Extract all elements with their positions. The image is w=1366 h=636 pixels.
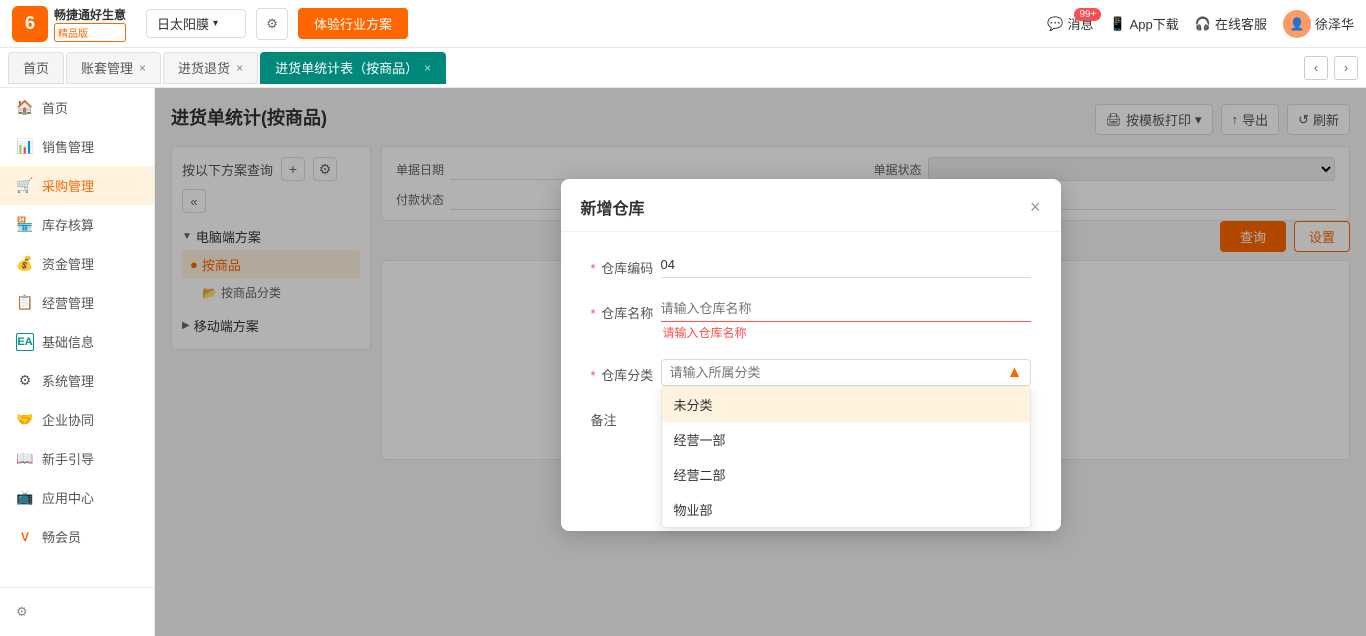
tab-bar: 首页 账套管理 × 进货退货 × 进货单统计表（按商品） × ‹ › <box>0 48 1366 88</box>
gear-button[interactable]: ⚙ <box>256 8 288 40</box>
trial-button[interactable]: 体验行业方案 <box>298 8 408 39</box>
message-badge: 99+ <box>1074 8 1101 21</box>
name-input[interactable] <box>661 296 1031 322</box>
store-chevron-icon: ▾ <box>213 18 218 29</box>
sidebar-item-vip[interactable]: V 畅会员 <box>0 517 154 556</box>
home-icon: 🏠 <box>16 99 34 117</box>
category-label: * 仓库分类 <box>591 359 661 384</box>
tab-prev-button[interactable]: ‹ <box>1304 56 1328 80</box>
required-star: * <box>591 261 596 276</box>
purchase-icon: 🛒 <box>16 177 34 195</box>
top-bar: 6 畅捷通好生意 精品版 日太阳膜 ▾ ⚙ 体验行业方案 💬 消息 99+ 📱 … <box>0 0 1366 48</box>
dialog-header: 新增仓库 × <box>561 179 1061 232</box>
required-star-name: * <box>591 305 596 320</box>
tab-return[interactable]: 进货退货 × <box>163 52 258 84</box>
form-row-name: * 仓库名称 请输入仓库名称 <box>591 296 1031 341</box>
name-label: * 仓库名称 <box>591 296 661 321</box>
logo-badge: 精品版 <box>54 23 126 42</box>
inventory-icon: 🏪 <box>16 216 34 234</box>
logo-icon: 6 <box>12 6 48 42</box>
main-layout: 🏠 首页 📊 销售管理 🛒 采购管理 🏪 库存核算 💰 资金管理 📋 经营管理 … <box>0 88 1366 636</box>
sidebar-item-home[interactable]: 🏠 首页 <box>0 88 154 127</box>
sidebar-item-purchase[interactable]: 🛒 采购管理 <box>0 166 154 205</box>
remark-label: 备注 <box>591 404 661 429</box>
enterprise-icon: 🤝 <box>16 411 34 429</box>
name-error-msg: 请输入仓库名称 <box>591 324 747 341</box>
sidebar-item-inventory[interactable]: 🏪 库存核算 <box>0 205 154 244</box>
app-icon: 📱 <box>1109 16 1125 32</box>
dialog-title: 新增仓库 <box>581 195 645 219</box>
category-dropdown: 未分类 经营一部 经营二部 物业部 <box>661 386 1031 528</box>
tab-close-accounts[interactable]: × <box>139 61 146 75</box>
sidebar-bottom: ⚙ <box>0 587 154 636</box>
dropdown-item-2[interactable]: 经营二部 <box>662 457 1030 492</box>
content-area: 进货单统计(按商品) 🖨 按模板打印 ▾ ↑ 导出 ↺ 刷新 <box>155 88 1366 636</box>
code-label: * 仓库编码 <box>591 252 661 277</box>
category-select-wrapper: ▲ 未分类 经营一部 经营二部 物业部 <box>661 359 1031 386</box>
tab-close-stats[interactable]: × <box>424 61 431 75</box>
operations-icon: 📋 <box>16 294 34 312</box>
tab-actions: ‹ › <box>1304 56 1358 80</box>
sidebar-item-operations[interactable]: 📋 经营管理 <box>0 283 154 322</box>
form-row-category: * 仓库分类 ▲ 未分类 经营一部 经营二部 物业部 <box>591 359 1031 386</box>
store-selector[interactable]: 日太阳膜 ▾ <box>146 9 246 38</box>
top-right: 💬 消息 99+ 📱 App下载 🎧 在线客服 👤 徐泽华 <box>1047 10 1354 38</box>
dropdown-item-0[interactable]: 未分类 <box>662 387 1030 422</box>
appcenter-icon: 📺 <box>16 489 34 507</box>
category-input[interactable] <box>661 359 1031 386</box>
sales-icon: 📊 <box>16 138 34 156</box>
sidebar-item-guide[interactable]: 📖 新手引导 <box>0 439 154 478</box>
message-icon: 💬 <box>1047 16 1063 32</box>
tab-next-button[interactable]: › <box>1334 56 1358 80</box>
tab-accounts[interactable]: 账套管理 × <box>66 52 161 84</box>
headphone-icon: 🎧 <box>1195 16 1211 32</box>
sidebar: 🏠 首页 📊 销售管理 🛒 采购管理 🏪 库存核算 💰 资金管理 📋 经营管理 … <box>0 88 155 636</box>
app-download-button[interactable]: 📱 App下载 <box>1109 14 1178 33</box>
add-warehouse-dialog: 新增仓库 × * 仓库编码 * 仓库名称 <box>561 179 1061 531</box>
sidebar-item-system[interactable]: ⚙ 系统管理 <box>0 361 154 400</box>
settings-icon: ⚙ <box>16 604 28 620</box>
tab-stats[interactable]: 进货单统计表（按商品） × <box>260 52 446 84</box>
dropdown-item-1[interactable]: 经营一部 <box>662 422 1030 457</box>
sidebar-item-finance[interactable]: 💰 资金管理 <box>0 244 154 283</box>
guide-icon: 📖 <box>16 450 34 468</box>
basic-info-icon: EA <box>16 333 34 351</box>
sidebar-item-appcenter[interactable]: 📺 应用中心 <box>0 478 154 517</box>
logo-area: 6 畅捷通好生意 精品版 <box>12 6 126 42</box>
sidebar-item-sales[interactable]: 📊 销售管理 <box>0 127 154 166</box>
avatar: 👤 <box>1283 10 1311 38</box>
logo-text: 畅捷通好生意 精品版 <box>54 6 126 42</box>
sidebar-settings-button[interactable]: ⚙ <box>0 596 154 628</box>
vip-icon: V <box>16 528 34 546</box>
system-icon: ⚙ <box>16 372 34 390</box>
sidebar-item-basic-info[interactable]: EA 基础信息 <box>0 322 154 361</box>
service-button[interactable]: 🎧 在线客服 <box>1195 14 1267 33</box>
required-star-cat: * <box>591 368 596 383</box>
dialog-close-button[interactable]: × <box>1030 196 1041 217</box>
user-menu[interactable]: 👤 徐泽华 <box>1283 10 1354 38</box>
finance-icon: 💰 <box>16 255 34 273</box>
category-arrow-icon[interactable]: ▲ <box>1007 363 1023 381</box>
dropdown-item-3[interactable]: 物业部 <box>662 492 1030 527</box>
message-button[interactable]: 💬 消息 99+ <box>1047 14 1093 33</box>
tab-close-return[interactable]: × <box>236 61 243 75</box>
dialog-body: * 仓库编码 * 仓库名称 请输入仓库名称 <box>561 232 1061 468</box>
tab-home[interactable]: 首页 <box>8 52 64 84</box>
code-input[interactable] <box>661 252 1031 278</box>
form-row-code: * 仓库编码 <box>591 252 1031 278</box>
sidebar-item-enterprise[interactable]: 🤝 企业协同 <box>0 400 154 439</box>
